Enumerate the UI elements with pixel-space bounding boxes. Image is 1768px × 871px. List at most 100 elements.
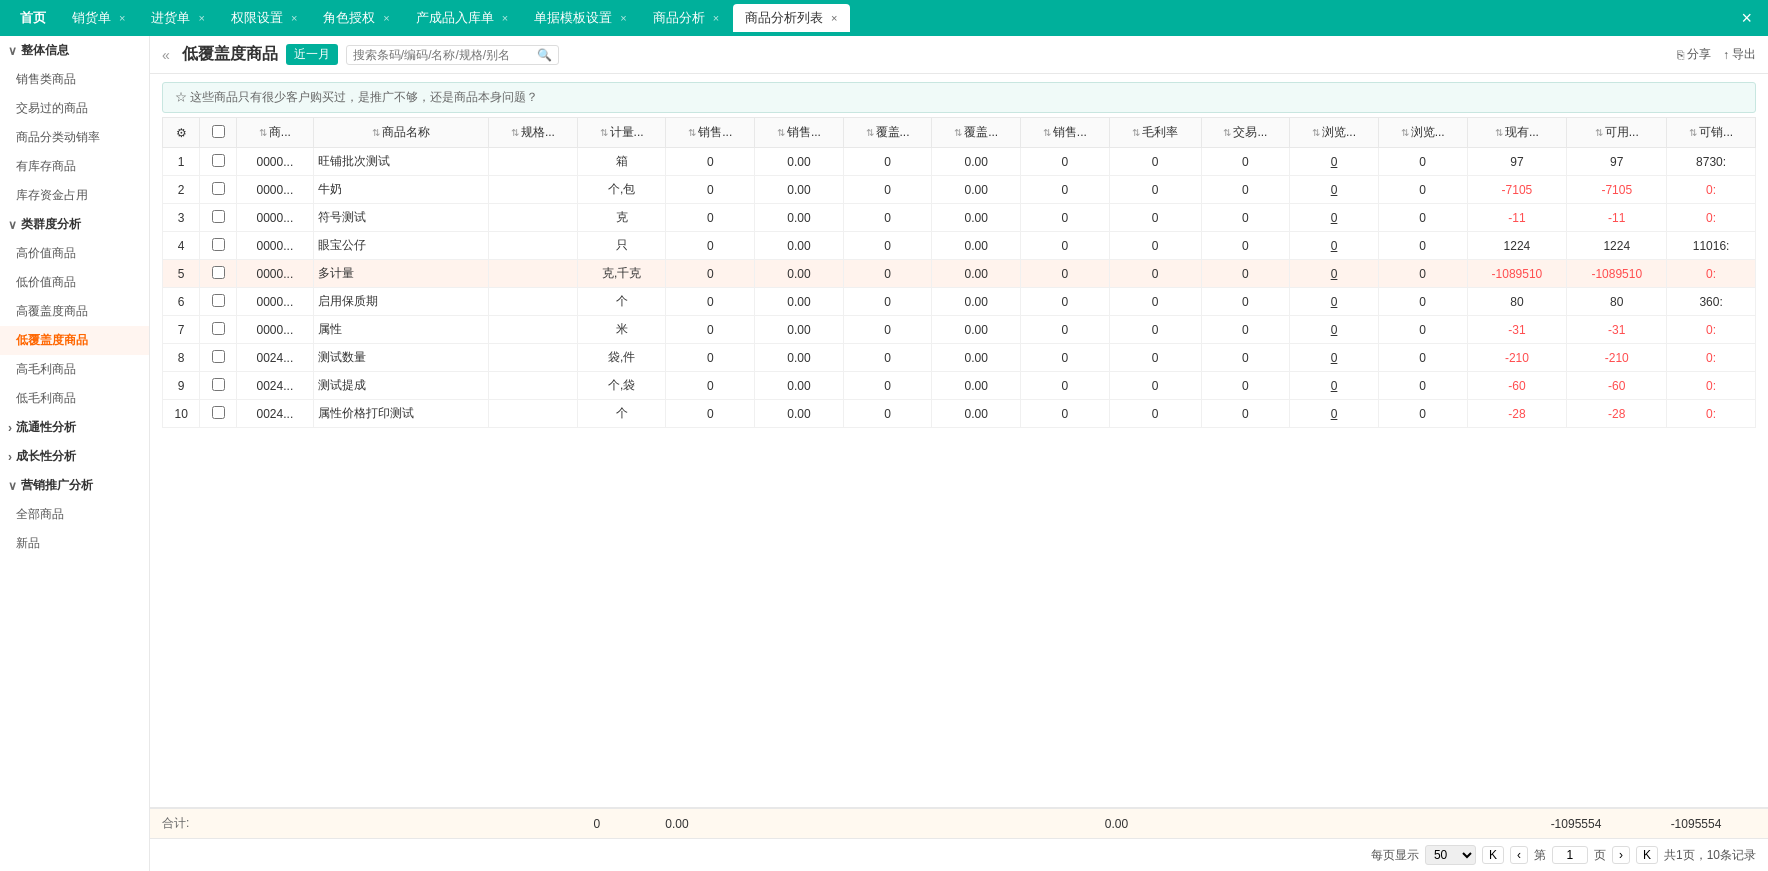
sidebar-item-high-value[interactable]: 高价值商品: [0, 239, 149, 268]
row-select-checkbox[interactable]: [212, 266, 225, 279]
sidebar-section-liquidity[interactable]: › 流通性分析: [0, 413, 149, 442]
sidebar-item-sales-products[interactable]: 销售类商品: [0, 65, 149, 94]
per-page-select[interactable]: 50 10 20 100: [1425, 845, 1476, 865]
sidebar-item-all-products[interactable]: 全部商品: [0, 500, 149, 529]
first-page-button[interactable]: K: [1482, 846, 1504, 864]
row-checkbox[interactable]: [200, 232, 237, 260]
share-button[interactable]: ⎘ 分享: [1677, 46, 1711, 63]
export-button[interactable]: ↑ 导出: [1723, 46, 1756, 63]
sidebar-item-category-rate[interactable]: 商品分类动销率: [0, 123, 149, 152]
row-select-checkbox[interactable]: [212, 182, 225, 195]
col-name[interactable]: ⇅商品名称: [313, 118, 489, 148]
row-checkbox[interactable]: [200, 400, 237, 428]
col-settings[interactable]: ⚙: [163, 118, 200, 148]
row-select-checkbox[interactable]: [212, 238, 225, 251]
col-browse2[interactable]: ⇅浏览...: [1378, 118, 1467, 148]
col-current-stock[interactable]: ⇅现有...: [1467, 118, 1567, 148]
close-icon[interactable]: ×: [502, 12, 508, 24]
close-icon[interactable]: ×: [119, 12, 125, 24]
close-all-tabs-button[interactable]: ×: [1733, 8, 1760, 29]
sidebar-item-low-margin[interactable]: 低毛利商品: [0, 384, 149, 413]
next-page-button[interactable]: ›: [1612, 846, 1630, 864]
select-all-checkbox[interactable]: [212, 125, 225, 138]
col-unit[interactable]: ⇅计量...: [577, 118, 666, 148]
row-select-checkbox[interactable]: [212, 406, 225, 419]
sidebar-item-stock-capital[interactable]: 库存资金占用: [0, 181, 149, 210]
row-select-checkbox[interactable]: [212, 210, 225, 223]
sidebar-item-traded-products[interactable]: 交易过的商品: [0, 94, 149, 123]
last-page-button[interactable]: K: [1636, 846, 1658, 864]
col-sales-qty[interactable]: ⇅销售...: [666, 118, 755, 148]
row-browse1[interactable]: 0: [1290, 232, 1379, 260]
row-browse1[interactable]: 0: [1290, 316, 1379, 344]
tab-purchase-order[interactable]: 进货单 ×: [139, 4, 216, 32]
row-select-checkbox[interactable]: [212, 154, 225, 167]
tab-sales-order[interactable]: 销货单 ×: [60, 4, 137, 32]
row-trade: 0: [1201, 344, 1290, 372]
tab-template-settings[interactable]: 单据模板设置 ×: [522, 4, 638, 32]
col-browse1[interactable]: ⇅浏览...: [1290, 118, 1379, 148]
col-sales-count[interactable]: ⇅销售...: [1020, 118, 1109, 148]
col-sales-amount[interactable]: ⇅销售...: [755, 118, 844, 148]
tab-product-analysis-list[interactable]: 商品分析列表 ×: [733, 4, 849, 32]
col-gross-margin[interactable]: ⇅毛利率: [1109, 118, 1201, 148]
period-button[interactable]: 近一月: [286, 44, 338, 65]
sidebar-section-growth[interactable]: › 成长性分析: [0, 442, 149, 471]
search-icon[interactable]: 🔍: [537, 48, 552, 62]
prev-page-button[interactable]: ‹: [1510, 846, 1528, 864]
sidebar-item-high-margin[interactable]: 高毛利商品: [0, 355, 149, 384]
page-number-input[interactable]: [1552, 846, 1588, 864]
row-checkbox[interactable]: [200, 288, 237, 316]
row-code: 0000...: [237, 148, 313, 176]
close-icon[interactable]: ×: [383, 12, 389, 24]
close-icon[interactable]: ×: [831, 12, 837, 24]
sidebar-item-new-products[interactable]: 新品: [0, 529, 149, 558]
row-select-checkbox[interactable]: [212, 322, 225, 335]
row-browse1[interactable]: 0: [1290, 344, 1379, 372]
col-sellable[interactable]: ⇅可销...: [1667, 118, 1756, 148]
tab-finished-goods[interactable]: 产成品入库单 ×: [404, 4, 520, 32]
col-checkbox[interactable]: [200, 118, 237, 148]
row-checkbox[interactable]: [200, 344, 237, 372]
col-code[interactable]: ⇅商...: [237, 118, 313, 148]
sidebar-item-stock-products[interactable]: 有库存商品: [0, 152, 149, 181]
row-checkbox[interactable]: [200, 148, 237, 176]
sidebar-collapse-button[interactable]: «: [162, 47, 170, 63]
tab-permission-settings[interactable]: 权限设置 ×: [219, 4, 309, 32]
row-browse1[interactable]: 0: [1290, 288, 1379, 316]
row-browse1[interactable]: 0: [1290, 148, 1379, 176]
sidebar-section-marketing[interactable]: ∨ 营销推广分析: [0, 471, 149, 500]
row-select-checkbox[interactable]: [212, 378, 225, 391]
row-select-checkbox[interactable]: [212, 294, 225, 307]
sidebar-item-low-value[interactable]: 低价值商品: [0, 268, 149, 297]
search-input[interactable]: [353, 48, 533, 62]
tab-role-auth[interactable]: 角色授权 ×: [311, 4, 401, 32]
sidebar-item-low-coverage[interactable]: 低覆盖度商品: [0, 326, 149, 355]
row-browse1[interactable]: 0: [1290, 400, 1379, 428]
row-checkbox[interactable]: [200, 316, 237, 344]
sidebar-item-high-coverage[interactable]: 高覆盖度商品: [0, 297, 149, 326]
col-available-stock[interactable]: ⇅可用...: [1567, 118, 1667, 148]
row-select-checkbox[interactable]: [212, 350, 225, 363]
close-icon[interactable]: ×: [198, 12, 204, 24]
close-icon[interactable]: ×: [291, 12, 297, 24]
row-checkbox[interactable]: [200, 372, 237, 400]
row-checkbox[interactable]: [200, 260, 237, 288]
row-current-stock: -31: [1467, 316, 1567, 344]
col-trade[interactable]: ⇅交易...: [1201, 118, 1290, 148]
col-coverage1[interactable]: ⇅覆盖...: [843, 118, 932, 148]
row-browse1[interactable]: 0: [1290, 204, 1379, 232]
col-coverage2[interactable]: ⇅覆盖...: [932, 118, 1021, 148]
row-browse1[interactable]: 0: [1290, 372, 1379, 400]
tab-home[interactable]: 首页: [8, 4, 58, 32]
close-icon[interactable]: ×: [713, 12, 719, 24]
sidebar-section-cluster[interactable]: ∨ 类群度分析: [0, 210, 149, 239]
row-browse1[interactable]: 0: [1290, 260, 1379, 288]
col-spec[interactable]: ⇅规格...: [489, 118, 578, 148]
row-checkbox[interactable]: [200, 176, 237, 204]
row-checkbox[interactable]: [200, 204, 237, 232]
close-icon[interactable]: ×: [620, 12, 626, 24]
tab-product-analysis[interactable]: 商品分析 ×: [641, 4, 731, 32]
row-browse1[interactable]: 0: [1290, 176, 1379, 204]
sidebar-section-overall[interactable]: ∨ 整体信息: [0, 36, 149, 65]
